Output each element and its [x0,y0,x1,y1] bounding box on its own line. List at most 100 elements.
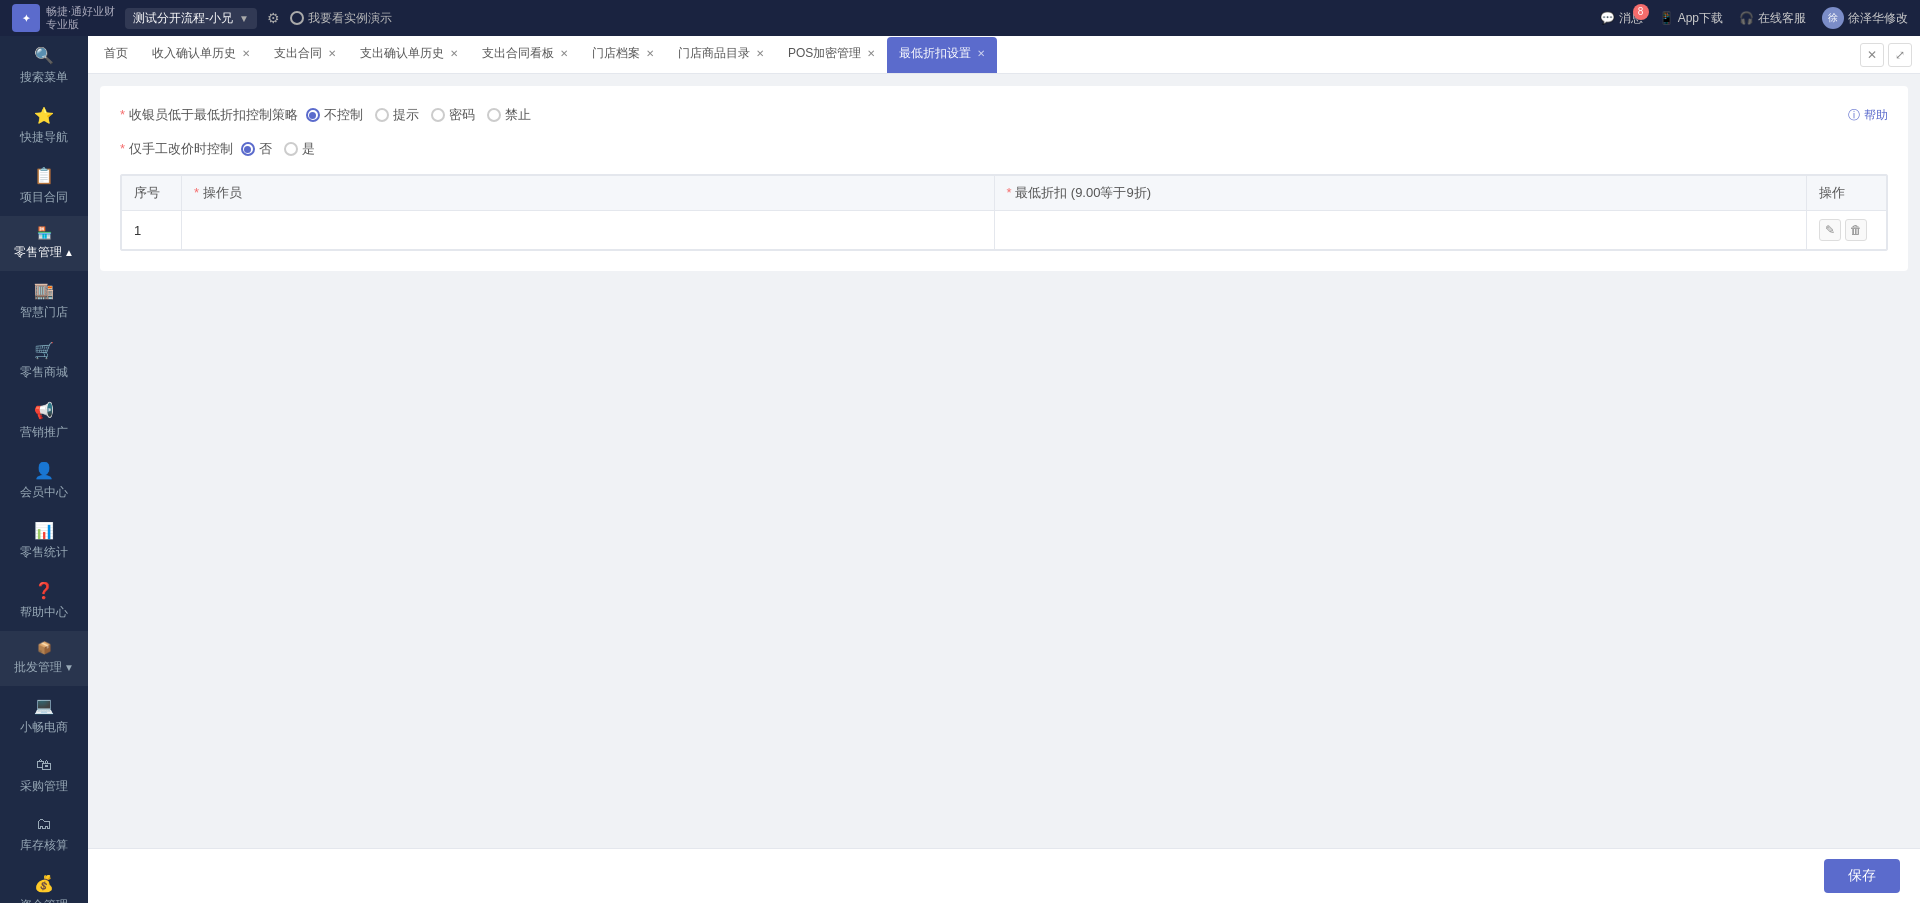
delete-row-button[interactable]: 🗑 [1845,219,1867,241]
sidebar-item-wholesale[interactable]: 📦 批发管理 ▼ [0,631,88,686]
tab-min-discount[interactable]: 最低折扣设置 ✕ [887,37,997,73]
discount-policy-label: * 收银员低于最低折扣控制策略 [120,106,298,124]
tab-close-icon[interactable]: ✕ [242,48,250,59]
tab-close-icon[interactable]: ✕ [756,48,764,59]
tab-label: 支出合同 [274,45,322,62]
tab-close-icon[interactable]: ✕ [867,48,875,59]
message-button[interactable]: 💬 消息 8 [1600,10,1643,27]
sidebar-item-inventory[interactable]: 🗂 库存核算 [0,805,88,864]
operator-input[interactable] [194,223,982,238]
tab-home[interactable]: 首页 [92,37,140,73]
sidebar-item-quick[interactable]: ⭐ 快捷导航 [0,96,88,156]
radio-remind[interactable]: 提示 [375,106,419,124]
discount-table: 序号 * 操作员 * 最低折扣 (9.00等于9折) [121,175,1887,250]
topbar-right: 💬 消息 8 📱 App下载 🎧 在线客服 徐 徐泽华修改 [1600,7,1908,29]
app-download-button[interactable]: 📱 App下载 [1659,10,1723,27]
col-header-action: 操作 [1807,176,1887,211]
required-mark: * [120,141,125,156]
radio-unchecked-icon [487,108,501,122]
sidebar-item-label: 批发管理 [14,659,62,676]
radio-no[interactable]: 否 [241,140,272,158]
topbar-left: ✦ 畅捷·通好业财 专业版 测试分开流程-小兄 ▼ ⚙ 我要看实例演示 [12,4,392,32]
sidebar-item-project[interactable]: 📋 项目合同 [0,156,88,216]
save-button[interactable]: 保存 [1824,859,1900,893]
tab-store-goods[interactable]: 门店商品目录 ✕ [666,37,776,73]
sidebar-item-retail[interactable]: 🏪 零售管理 ▲ [0,216,88,271]
sidebar-item-retail-stat[interactable]: 📊 零售统计 [0,511,88,571]
page-footer: 保存 [88,848,1920,903]
tab-actions: ✕ ⤢ [1860,43,1916,67]
message-badge: 8 [1633,4,1649,20]
row-actions: ✎ 🗑 [1819,219,1874,241]
manual-control-label: * 仅手工改价时控制 [120,140,233,158]
question-icon: ⓘ [1848,107,1860,124]
ecommerce-icon: 💻 [34,696,54,715]
tab-close-icon[interactable]: ✕ [560,48,568,59]
wholesale-icon: 📦 [37,641,52,655]
tab-close-icon[interactable]: ✕ [450,48,458,59]
chevron-up-icon: ▲ [64,247,74,258]
project-selector[interactable]: 测试分开流程-小兄 ▼ [125,8,257,29]
sidebar-item-ecommerce[interactable]: 💻 小畅电商 [0,686,88,746]
sidebar-item-finance[interactable]: 💰 资金管理 [0,864,88,903]
discount-input[interactable] [1007,223,1795,238]
tab-label: POS加密管理 [788,45,861,62]
required-mark: * [194,185,199,200]
edit-row-button[interactable]: ✎ [1819,219,1841,241]
marketing-icon: 📢 [34,401,54,420]
sidebar-item-purchase[interactable]: 🛍 采购管理 [0,746,88,805]
tab-label: 门店商品目录 [678,45,750,62]
online-service-button[interactable]: 🎧 在线客服 [1739,10,1806,27]
sidebar-item-online-store[interactable]: 🛒 零售商城 [0,331,88,391]
demo-link[interactable]: 我要看实例演示 [290,10,392,27]
tab-label: 收入确认单历史 [152,45,236,62]
cell-index: 1 [122,211,182,250]
tab-payment-confirm[interactable]: 支出确认单历史 ✕ [348,37,470,73]
tab-close-icon[interactable]: ✕ [328,48,336,59]
manual-control-radio-group: 否 是 [241,140,315,158]
sidebar-item-label: 智慧门店 [20,304,68,321]
tab-close-icon[interactable]: ✕ [977,48,985,59]
tab-payment-board[interactable]: 支出合同看板 ✕ [470,37,580,73]
sidebar-item-marketing[interactable]: 📢 营销推广 [0,391,88,451]
user-menu[interactable]: 徐 徐泽华修改 [1822,7,1908,29]
sidebar-item-search[interactable]: 🔍 搜索菜单 [0,36,88,96]
table-row: 1 ✎ 🗑 [122,211,1887,250]
sidebar-item-label: 库存核算 [20,837,68,854]
sidebar-item-help[interactable]: ❓ 帮助中心 [0,571,88,631]
tab-payment-contract[interactable]: 支出合同 ✕ [262,37,348,73]
discount-policy-row: * 收银员低于最低折扣控制策略 不控制 提示 [120,106,1888,124]
radio-forbid[interactable]: 禁止 [487,106,531,124]
manual-control-row: * 仅手工改价时控制 否 是 [120,140,1888,158]
content-area: 首页 收入确认单历史 ✕ 支出合同 ✕ 支出确认单历史 ✕ 支出合同看板 ✕ 门… [88,36,1920,903]
member-icon: 👤 [34,461,54,480]
help-icon: ❓ [34,581,54,600]
col-header-index: 序号 [122,176,182,211]
radio-unchecked-icon [375,108,389,122]
tab-label: 支出合同看板 [482,45,554,62]
tab-maximize-button[interactable]: ⤢ [1888,43,1912,67]
tab-store-file[interactable]: 门店档案 ✕ [580,37,666,73]
radio-checked-icon [241,142,255,156]
sidebar-item-label: 小畅电商 [20,719,68,736]
tab-close-all-button[interactable]: ✕ [1860,43,1884,67]
tab-pos-password[interactable]: POS加密管理 ✕ [776,37,887,73]
radio-password[interactable]: 密码 [431,106,475,124]
radio-yes[interactable]: 是 [284,140,315,158]
sidebar-item-member[interactable]: 👤 会员中心 [0,451,88,511]
sidebar-item-label: 帮助中心 [20,604,68,621]
tab-close-icon[interactable]: ✕ [646,48,654,59]
sidebar: 🔍 搜索菜单 ⭐ 快捷导航 📋 项目合同 🏪 零售管理 ▲ 🏬 智慧门店 🛒 零… [0,36,88,903]
logo-icon: ✦ [12,4,40,32]
tab-income-history[interactable]: 收入确认单历史 ✕ [140,37,262,73]
help-button[interactable]: ⓘ 帮助 [1848,107,1888,124]
settings-icon[interactable]: ⚙ [267,10,280,26]
radio-no-control[interactable]: 不控制 [306,106,363,124]
sidebar-item-label: 快捷导航 [20,129,68,146]
sidebar-item-smart-store[interactable]: 🏬 智慧门店 [0,271,88,331]
purchase-icon: 🛍 [36,756,52,774]
page-content: * 收银员低于最低折扣控制策略 不控制 提示 [88,74,1920,848]
store-icon: 🏪 [37,226,52,240]
sidebar-item-label: 零售管理 [14,244,62,261]
col-header-operator: * 操作员 [182,176,995,211]
